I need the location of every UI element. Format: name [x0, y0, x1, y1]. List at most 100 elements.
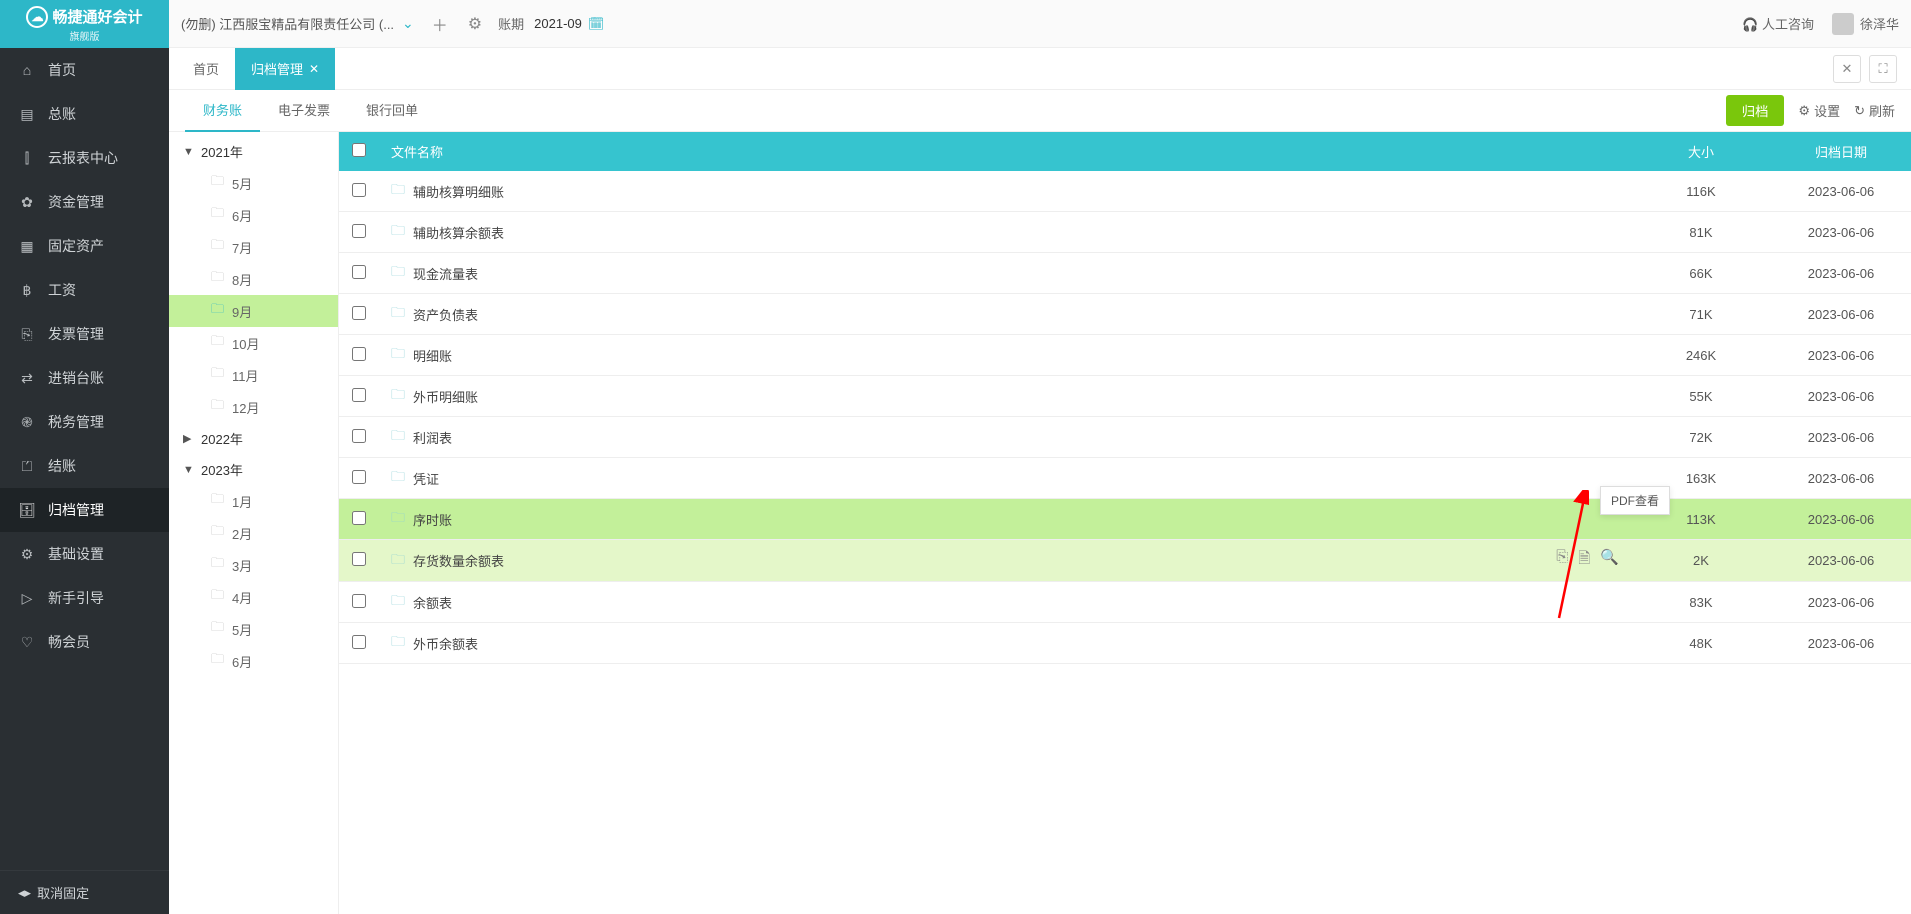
- row-checkbox[interactable]: [352, 429, 366, 443]
- table-row[interactable]: 🗀序时账113K2023-06-06: [339, 499, 1911, 540]
- table-row[interactable]: 🗀辅助核算明细账116K2023-06-06: [339, 171, 1911, 212]
- table-row[interactable]: 🗀资产负债表71K2023-06-06: [339, 294, 1911, 335]
- tree-year[interactable]: ▼2021年: [169, 136, 338, 167]
- sidebar-item-13[interactable]: ♡畅会员: [0, 620, 169, 664]
- brand-edition: 旗舰版: [70, 28, 100, 43]
- file-size: 48K: [1631, 623, 1771, 664]
- row-checkbox[interactable]: [352, 306, 366, 320]
- nav-icon: ⇄: [18, 370, 36, 387]
- view-icon[interactable]: 🔍: [1600, 548, 1619, 573]
- sidebar-item-5[interactable]: ฿工资: [0, 268, 169, 312]
- tree-month[interactable]: 🗀11月: [169, 359, 338, 391]
- row-checkbox[interactable]: [352, 635, 366, 649]
- tree-year[interactable]: ▶2022年: [169, 423, 338, 454]
- archive-date: 2023-06-06: [1771, 623, 1911, 664]
- sidebar-item-10[interactable]: 🗄归档管理: [0, 488, 169, 532]
- sidebar-item-6[interactable]: ⎘发票管理: [0, 312, 169, 356]
- archive-date: 2023-06-06: [1771, 499, 1911, 540]
- sidebar-item-9[interactable]: ⏍结账: [0, 444, 169, 488]
- calendar-icon[interactable]: 🗓: [588, 16, 605, 32]
- sidebar: ⌂首页▤总账⫿云报表中心✿资金管理▦固定资产฿工资⎘发票管理⇄进销台账֎税务管理…: [0, 48, 169, 914]
- row-checkbox[interactable]: [352, 388, 366, 402]
- table-row[interactable]: 🗀外币明细账55K2023-06-06: [339, 376, 1911, 417]
- close-tab-button[interactable]: ✕: [1833, 55, 1861, 83]
- brand-logo[interactable]: ☁ 畅捷通好会计 旗舰版: [0, 0, 169, 48]
- excel-icon[interactable]: ⎘: [1556, 548, 1568, 573]
- tree-month[interactable]: 🗀5月: [169, 613, 338, 645]
- nav-icon: ▦: [18, 238, 36, 255]
- row-checkbox[interactable]: [352, 347, 366, 361]
- refresh-link[interactable]: ↻ 刷新: [1854, 101, 1895, 120]
- tree-month[interactable]: 🗀3月: [169, 549, 338, 581]
- sidebar-item-11[interactable]: ⚙基础设置: [0, 532, 169, 576]
- tree-month[interactable]: 🗀9月: [169, 295, 338, 327]
- file-size: 83K: [1631, 582, 1771, 623]
- folder-icon: 🗀: [391, 425, 405, 449]
- row-checkbox[interactable]: [352, 594, 366, 608]
- period-value[interactable]: 2021-09: [534, 16, 582, 31]
- file-size: 246K: [1631, 335, 1771, 376]
- sidebar-item-12[interactable]: ▷新手引导: [0, 576, 169, 620]
- tree-month[interactable]: 🗀10月: [169, 327, 338, 359]
- close-icon[interactable]: ✕: [309, 62, 319, 76]
- table-row[interactable]: 🗀利润表72K2023-06-06: [339, 417, 1911, 458]
- tree-month[interactable]: 🗀2月: [169, 517, 338, 549]
- sidebar-item-8[interactable]: ֎税务管理: [0, 400, 169, 444]
- sidebar-unpin[interactable]: ◂▸ 取消固定: [0, 870, 169, 914]
- row-checkbox[interactable]: [352, 470, 366, 484]
- table-row[interactable]: 🗀明细账246K2023-06-06: [339, 335, 1911, 376]
- toggle-icon: ▶: [183, 432, 195, 445]
- tree-year[interactable]: ▼2023年: [169, 454, 338, 485]
- period-label: 账期: [498, 14, 524, 33]
- pdf-icon[interactable]: 🗎: [1578, 548, 1590, 573]
- tree-month[interactable]: 🗀4月: [169, 581, 338, 613]
- settings-link[interactable]: ⚙ 设置: [1798, 101, 1840, 120]
- row-checkbox[interactable]: [352, 552, 366, 566]
- tree-month[interactable]: 🗀6月: [169, 199, 338, 231]
- table-row[interactable]: 🗀凭证163K2023-06-06: [339, 458, 1911, 499]
- sub-tab[interactable]: 银行回单: [348, 90, 436, 132]
- row-checkbox[interactable]: [352, 265, 366, 279]
- row-checkbox[interactable]: [352, 511, 366, 525]
- page-tab[interactable]: 归档管理✕: [235, 48, 335, 90]
- table-row[interactable]: 🗀现金流量表66K2023-06-06: [339, 253, 1911, 294]
- plus-icon[interactable]: ＋: [432, 12, 448, 36]
- sub-tab[interactable]: 电子发票: [260, 90, 348, 132]
- user-menu[interactable]: 徐泽华: [1832, 13, 1899, 35]
- gear-icon[interactable]: ⚙: [468, 14, 482, 34]
- row-checkbox[interactable]: [352, 183, 366, 197]
- fullscreen-button[interactable]: ⛶: [1869, 55, 1897, 83]
- sidebar-item-0[interactable]: ⌂首页: [0, 48, 169, 92]
- sidebar-item-4[interactable]: ▦固定资产: [0, 224, 169, 268]
- sub-tab[interactable]: 财务账: [185, 90, 260, 132]
- table-row[interactable]: 🗀余额表83K2023-06-06: [339, 582, 1911, 623]
- company-selector[interactable]: (勿删) 江西服宝精品有限责任公司 (...: [181, 14, 394, 33]
- table-row[interactable]: 🗀辅助核算余额表81K2023-06-06: [339, 212, 1911, 253]
- folder-icon: 🗀: [211, 332, 224, 354]
- sidebar-item-3[interactable]: ✿资金管理: [0, 180, 169, 224]
- tree-month[interactable]: 🗀5月: [169, 167, 338, 199]
- sidebar-item-1[interactable]: ▤总账: [0, 92, 169, 136]
- folder-icon: 🗀: [211, 490, 224, 512]
- page-tab[interactable]: 首页: [177, 48, 235, 90]
- row-checkbox[interactable]: [352, 224, 366, 238]
- tree-month[interactable]: 🗀8月: [169, 263, 338, 295]
- pin-icon: ◂▸: [18, 885, 31, 901]
- archive-button[interactable]: 归档: [1726, 95, 1785, 126]
- table-row[interactable]: 🗀外币余额表48K2023-06-06: [339, 623, 1911, 664]
- tree-month[interactable]: 🗀6月: [169, 645, 338, 677]
- consult-link[interactable]: 🎧 人工咨询: [1742, 14, 1814, 33]
- folder-icon: 🗀: [391, 384, 405, 408]
- sidebar-item-2[interactable]: ⫿云报表中心: [0, 136, 169, 180]
- select-all-checkbox[interactable]: [352, 143, 366, 157]
- sidebar-item-7[interactable]: ⇄进销台账: [0, 356, 169, 400]
- file-name: 外币余额表: [413, 634, 478, 653]
- nav-icon: ⫿: [18, 150, 36, 167]
- archive-date: 2023-06-06: [1771, 540, 1911, 582]
- tree-month[interactable]: 🗀7月: [169, 231, 338, 263]
- pdf-view-tooltip: PDF查看: [1600, 486, 1670, 515]
- chevron-down-icon[interactable]: ⌄: [402, 15, 414, 32]
- tree-month[interactable]: 🗀12月: [169, 391, 338, 423]
- table-row[interactable]: 🗀存货数量余额表⎘🗎🔍2K2023-06-06: [339, 540, 1911, 582]
- tree-month[interactable]: 🗀1月: [169, 485, 338, 517]
